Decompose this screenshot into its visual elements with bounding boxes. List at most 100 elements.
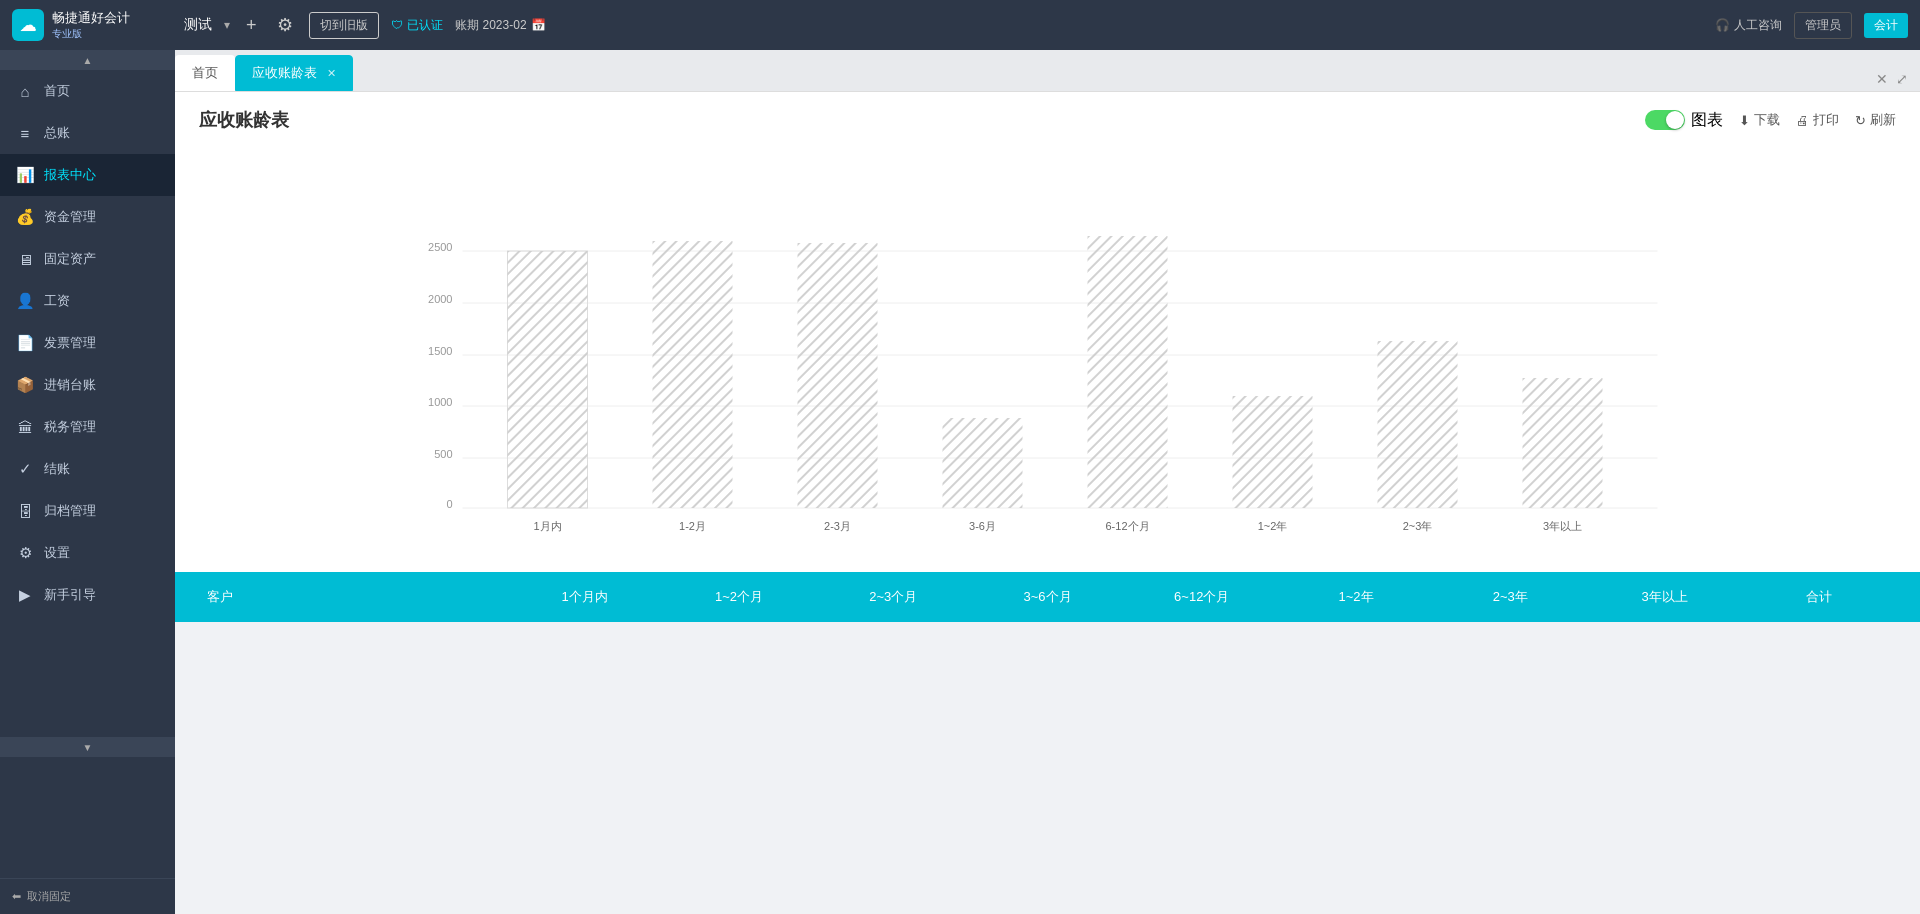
tab-aging-label: 应收账龄表 <box>252 64 317 82</box>
svg-rect-14 <box>653 241 733 508</box>
home-icon: ⌂ <box>16 83 34 100</box>
refresh-icon: ↻ <box>1855 113 1866 128</box>
print-button[interactable]: 🖨 打印 <box>1796 111 1839 129</box>
svg-text:1000: 1000 <box>428 396 452 408</box>
svg-text:500: 500 <box>434 448 452 460</box>
sidebar-item-sales[interactable]: 📦 进销台账 <box>0 364 175 406</box>
sidebar-item-assets[interactable]: 🖥 固定资产 <box>0 238 175 280</box>
ledger-icon: ≡ <box>16 125 34 142</box>
th-total: 合计 <box>1742 572 1896 622</box>
logo-text: 畅捷通好会计 专业版 <box>52 10 130 40</box>
guide-icon: ▶ <box>16 586 34 604</box>
svg-rect-16 <box>943 418 1023 508</box>
funds-icon: 💰 <box>16 208 34 226</box>
company-name: 测试 <box>184 16 212 34</box>
settings-sidebar-icon: ⚙ <box>16 544 34 562</box>
sidebar-scroll-down[interactable]: ▼ <box>0 737 175 757</box>
sidebar-label-home: 首页 <box>44 82 70 100</box>
sidebar-item-funds[interactable]: 💰 资金管理 <box>0 196 175 238</box>
support-link[interactable]: 🎧 人工咨询 <box>1715 17 1782 34</box>
svg-rect-17 <box>1088 236 1168 508</box>
chart-toggle-label: 图表 <box>1691 110 1723 131</box>
sidebar-scroll-up[interactable]: ▲ <box>0 50 175 70</box>
sidebar-label-sales: 进销台账 <box>44 376 96 394</box>
tax-icon: 🏛 <box>16 419 34 436</box>
invoices-icon: 📄 <box>16 334 34 352</box>
role-button[interactable]: 会计 <box>1864 13 1908 38</box>
settings-icon[interactable]: ⚙ <box>273 10 297 40</box>
tab-bar: 首页 应收账龄表 ✕ ✕ ⤢ <box>175 50 1920 92</box>
svg-rect-20 <box>1523 378 1603 508</box>
sidebar-item-settings[interactable]: ⚙ 设置 <box>0 532 175 574</box>
reports-icon: 📊 <box>16 166 34 184</box>
sidebar-item-reports[interactable]: 📊 报表中心 <box>0 154 175 196</box>
table-header: 客户 1个月内 1~2个月 2~3个月 3~6个月 6~12个月 1~2年 2~… <box>175 572 1920 622</box>
logo-icon: ☁ <box>12 9 44 41</box>
svg-text:2000: 2000 <box>428 293 452 305</box>
th-6-12month: 6~12个月 <box>1125 572 1279 622</box>
certified-badge: 🛡 已认证 <box>391 17 443 34</box>
wages-icon: 👤 <box>16 292 34 310</box>
bar-chart: 0 500 1000 1500 2000 2500 <box>199 148 1896 548</box>
sidebar-label-checkout: 结账 <box>44 460 70 478</box>
sidebar-item-invoices[interactable]: 📄 发票管理 <box>0 322 175 364</box>
sidebar-item-wages[interactable]: 👤 工资 <box>0 280 175 322</box>
close-window-button[interactable]: ✕ <box>1876 71 1888 87</box>
sidebar: ▲ ⌂ 首页 ≡ 总账 📊 报表中心 💰 资金管理 🖥 固定资产 👤 工资 📄 … <box>0 50 175 914</box>
tab-close-icon[interactable]: ✕ <box>327 67 336 80</box>
unpin-icon: ⬅ <box>12 890 21 903</box>
svg-rect-19 <box>1378 341 1458 508</box>
sidebar-label-assets: 固定资产 <box>44 250 96 268</box>
sidebar-label-reports: 报表中心 <box>44 166 96 184</box>
sidebar-label-settings: 设置 <box>44 544 70 562</box>
svg-text:2~3年: 2~3年 <box>1403 520 1433 532</box>
dropdown-icon[interactable]: ▾ <box>224 18 230 32</box>
content-area: 首页 应收账龄表 ✕ ✕ ⤢ 应收账龄表 <box>175 50 1920 914</box>
chart-toggle[interactable]: 图表 <box>1645 110 1723 131</box>
download-button[interactable]: ⬇ 下载 <box>1739 111 1780 129</box>
sales-icon: 📦 <box>16 376 34 394</box>
sidebar-label-invoices: 发票管理 <box>44 334 96 352</box>
assets-icon: 🖥 <box>16 251 34 268</box>
svg-text:6-12个月: 6-12个月 <box>1105 520 1149 532</box>
page-content: 应收账龄表 图表 ⬇ 下载 🖨 <box>175 92 1920 914</box>
switch-version-button[interactable]: 切到旧版 <box>309 12 379 39</box>
sidebar-item-home[interactable]: ⌂ 首页 <box>0 70 175 112</box>
tab-aging[interactable]: 应收账龄表 ✕ <box>235 55 353 91</box>
toggle-thumb <box>1666 111 1684 129</box>
sidebar-label-wages: 工资 <box>44 292 70 310</box>
logo-area: ☁ 畅捷通好会计 专业版 <box>12 9 172 41</box>
archive-icon: 🗄 <box>16 503 34 520</box>
svg-text:1-2月: 1-2月 <box>679 520 706 532</box>
svg-text:2500: 2500 <box>428 241 452 253</box>
sidebar-item-guide[interactable]: ▶ 新手引导 <box>0 574 175 616</box>
sidebar-footer-unpin[interactable]: ⬅ 取消固定 <box>0 878 175 914</box>
svg-text:1~2年: 1~2年 <box>1258 520 1288 532</box>
svg-rect-15 <box>798 243 878 508</box>
sidebar-item-checkout[interactable]: ✓ 结账 <box>0 448 175 490</box>
sidebar-item-tax[interactable]: 🏛 税务管理 <box>0 406 175 448</box>
th-1-2year: 1~2年 <box>1279 572 1433 622</box>
tab-home-label: 首页 <box>192 64 218 82</box>
tab-home[interactable]: 首页 <box>175 55 235 91</box>
svg-text:1月内: 1月内 <box>533 520 561 532</box>
svg-text:3年以上: 3年以上 <box>1543 520 1582 532</box>
toggle-track[interactable] <box>1645 110 1685 130</box>
svg-text:0: 0 <box>446 498 452 510</box>
tab-window-controls: ✕ ⤢ <box>1876 71 1920 91</box>
report-container: 应收账龄表 图表 ⬇ 下载 🖨 <box>175 92 1920 622</box>
refresh-button[interactable]: ↻ 刷新 <box>1855 111 1896 129</box>
svg-rect-18 <box>1233 396 1313 508</box>
th-2-3month: 2~3个月 <box>816 572 970 622</box>
report-title: 应收账龄表 <box>199 108 289 132</box>
th-2-3year: 2~3年 <box>1433 572 1587 622</box>
sidebar-item-archive[interactable]: 🗄 归档管理 <box>0 490 175 532</box>
user-button[interactable]: 管理员 <box>1794 12 1852 39</box>
svg-text:3-6月: 3-6月 <box>969 520 996 532</box>
report-header: 应收账龄表 图表 ⬇ 下载 🖨 <box>175 92 1920 148</box>
sidebar-item-ledger[interactable]: ≡ 总账 <box>0 112 175 154</box>
expand-window-button[interactable]: ⤢ <box>1896 71 1908 87</box>
chart-section: 0 500 1000 1500 2000 2500 <box>175 148 1920 572</box>
th-1-2month: 1~2个月 <box>662 572 816 622</box>
add-button[interactable]: + <box>242 11 261 40</box>
